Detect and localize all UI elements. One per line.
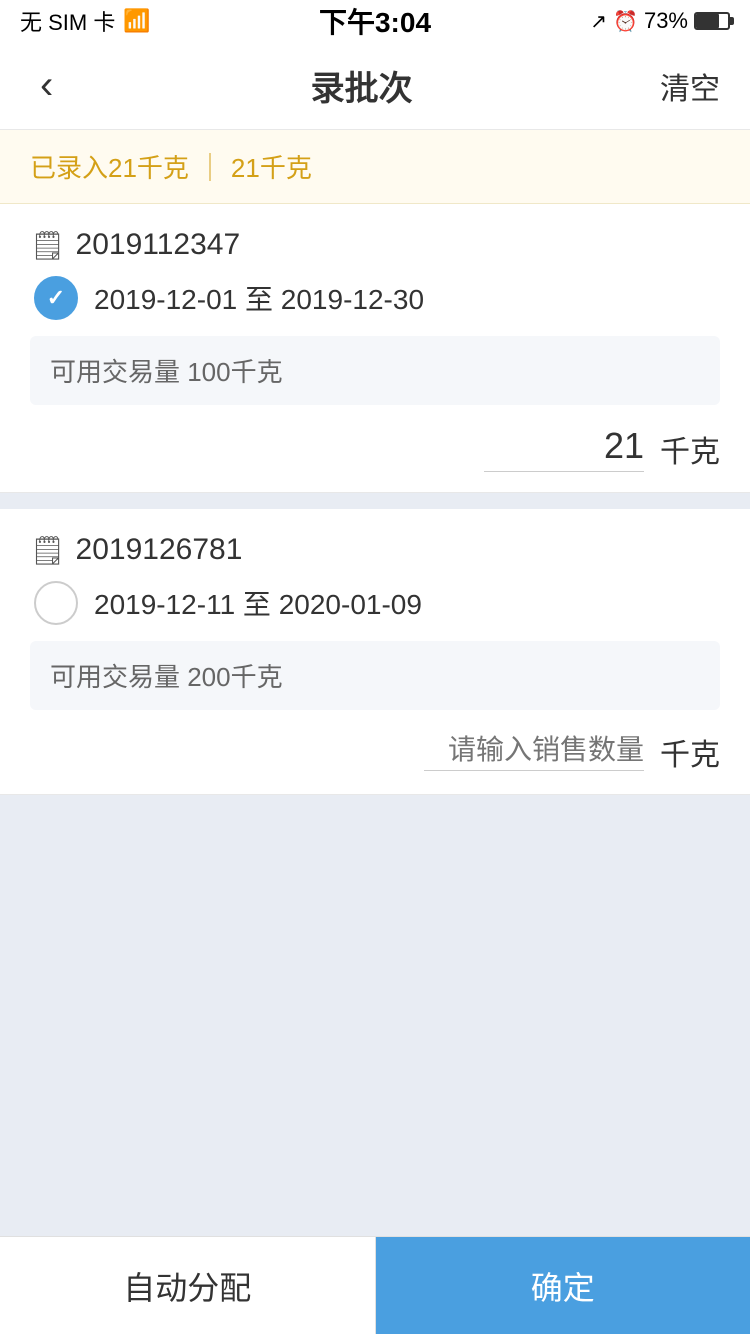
batch-2-input-wrapper bbox=[424, 734, 644, 771]
alarm-icon: ⏰ bbox=[613, 9, 638, 34]
batch-1-date-row[interactable]: 2019-12-01 至 2019-12-30 bbox=[30, 276, 720, 320]
batch-2-quantity-input[interactable] bbox=[424, 734, 644, 766]
batch-1-radio[interactable] bbox=[34, 276, 78, 320]
batch-1-quantity-row: 21 千克 bbox=[0, 405, 750, 493]
batch-1-icon: 🗒 bbox=[30, 229, 66, 262]
confirm-button[interactable]: 确定 bbox=[376, 1237, 750, 1334]
batch-2-availability: 可用交易量 200千克 bbox=[30, 641, 720, 710]
auto-distribute-label: 自动分配 bbox=[123, 1263, 251, 1309]
batch-2-input-line bbox=[424, 770, 644, 771]
page-title: 录批次 bbox=[311, 61, 413, 110]
status-right: ↗ ⏰ 73% bbox=[590, 8, 730, 34]
battery-percent: 73% bbox=[644, 8, 688, 34]
status-time: 下午3:04 bbox=[319, 1, 431, 41]
battery-icon bbox=[694, 12, 730, 30]
batch-2-icon: 🗒 bbox=[30, 534, 66, 567]
batch-1-qty-line bbox=[484, 471, 644, 472]
confirm-label: 确定 bbox=[531, 1263, 595, 1309]
batch-1-availability: 可用交易量 100千克 bbox=[30, 336, 720, 405]
batch-1-id: 2019112347 bbox=[76, 228, 241, 262]
batch-2-id: 2019126781 bbox=[76, 533, 243, 567]
info-value: 21千克 bbox=[231, 148, 312, 185]
batch-1-unit: 千克 bbox=[660, 427, 720, 471]
clear-button[interactable]: 清空 bbox=[660, 64, 720, 108]
status-left: 无 SIM 卡 📶 bbox=[20, 5, 151, 37]
info-banner: 已录入21千克 21千克 bbox=[0, 130, 750, 204]
info-label: 已录入21千克 bbox=[30, 148, 189, 185]
batch-2-date: 2019-12-11 至 2020-01-09 bbox=[94, 583, 422, 623]
bottom-bar: 自动分配 确定 bbox=[0, 1236, 750, 1334]
auto-distribute-button[interactable]: 自动分配 bbox=[0, 1237, 376, 1334]
batch-1-quantity-value: 21 bbox=[604, 425, 644, 467]
batch-item-2: 🗒 2019126781 2019-12-11 至 2020-01-09 可用交… bbox=[0, 509, 750, 795]
batch-1-quantity-wrapper: 21 bbox=[484, 425, 644, 472]
empty-area bbox=[0, 795, 750, 1255]
batch-1-date: 2019-12-01 至 2019-12-30 bbox=[94, 278, 424, 318]
batch-1-header: 🗒 2019112347 bbox=[30, 228, 720, 262]
status-bar: 无 SIM 卡 📶 下午3:04 ↗ ⏰ 73% bbox=[0, 0, 750, 42]
batch-item-1: 🗒 2019112347 2019-12-01 至 2019-12-30 可用交… bbox=[0, 204, 750, 493]
batch-2-quantity-row: 千克 bbox=[0, 710, 750, 795]
batch-2-date-row[interactable]: 2019-12-11 至 2020-01-09 bbox=[30, 581, 720, 625]
info-divider bbox=[209, 153, 211, 181]
back-button[interactable]: ‹ bbox=[30, 53, 63, 118]
section-separator bbox=[0, 493, 750, 509]
sim-label: 无 SIM 卡 bbox=[20, 5, 115, 37]
batch-2-radio[interactable] bbox=[34, 581, 78, 625]
nav-bar: ‹ 录批次 清空 bbox=[0, 42, 750, 130]
batch-2-unit: 千克 bbox=[660, 730, 720, 774]
batch-2-header: 🗒 2019126781 bbox=[30, 533, 720, 567]
location-icon: ↗ bbox=[590, 9, 607, 34]
wifi-icon: 📶 bbox=[123, 8, 150, 34]
